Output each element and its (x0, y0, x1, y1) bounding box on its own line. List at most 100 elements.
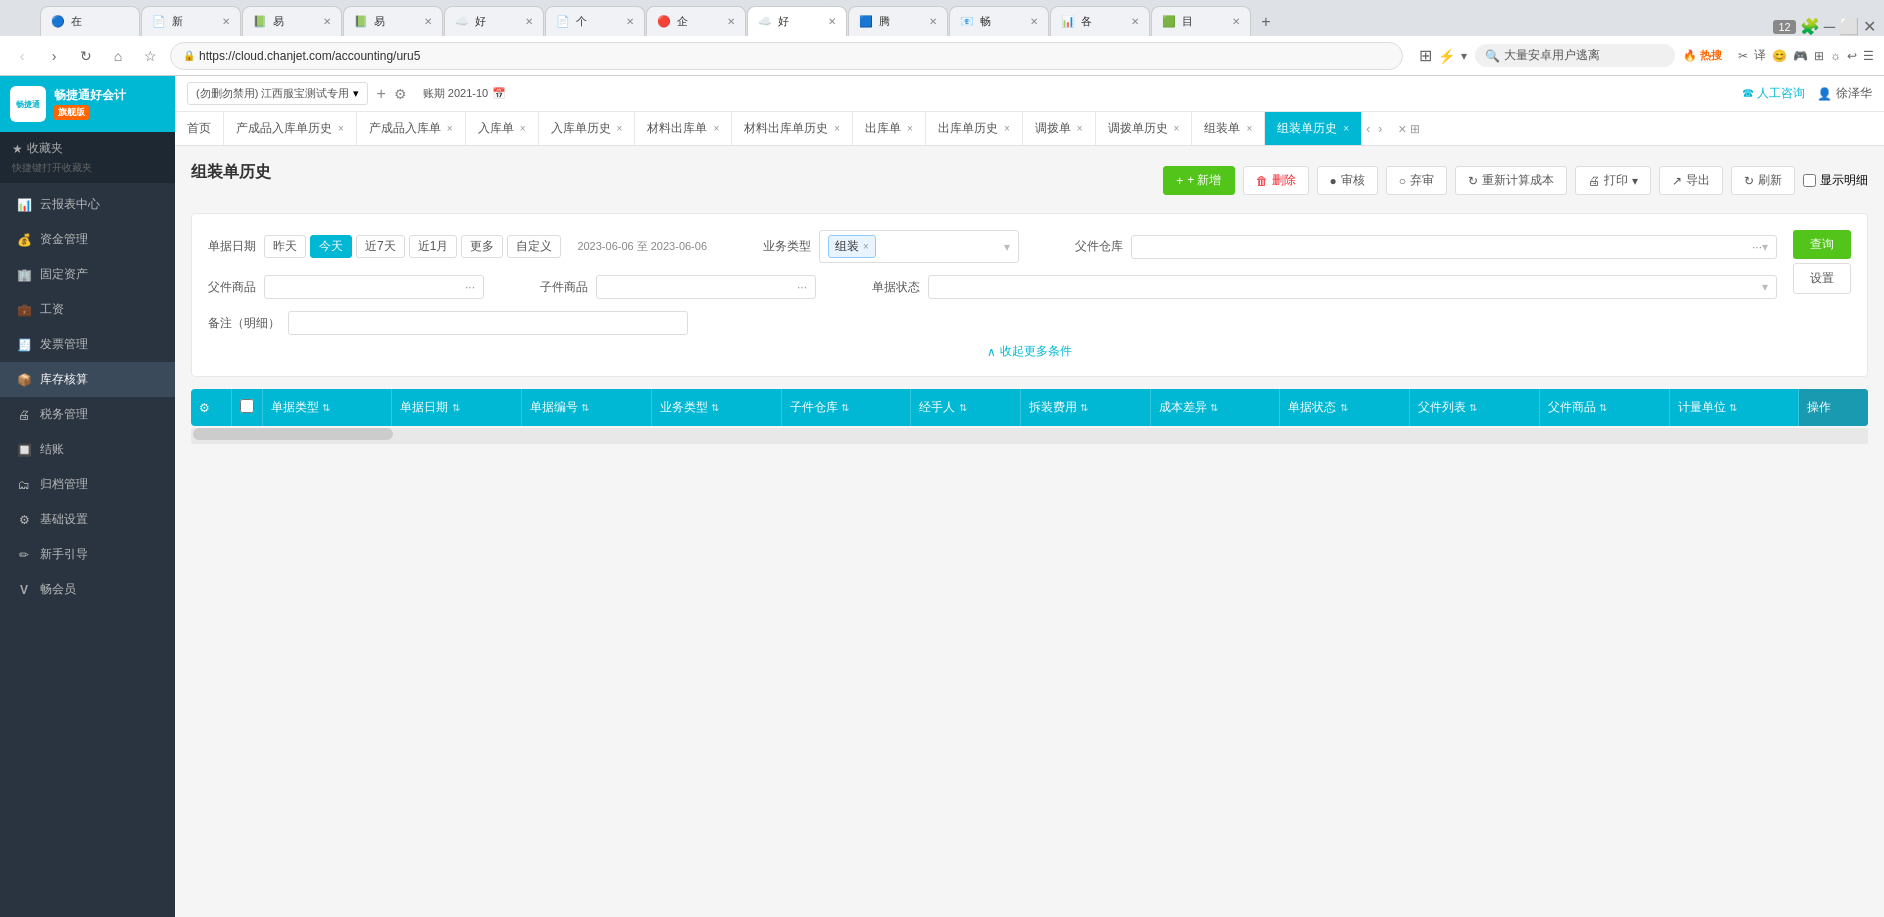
filter-settings-button[interactable]: 设置 (1793, 263, 1851, 294)
tab-close-icon[interactable]: × (907, 123, 913, 134)
date-custom-btn[interactable]: 自定义 (507, 235, 561, 258)
browser-tab-1[interactable]: 📄 新 ✕ (141, 6, 241, 36)
tab-close-icon[interactable]: ✕ (727, 16, 735, 27)
user-avatar-area[interactable]: 👤 徐泽华 (1817, 85, 1872, 102)
period-selector[interactable]: 账期 2021-10 📅 (415, 83, 514, 104)
scissors-icon[interactable]: ✂ (1738, 49, 1748, 63)
delete-button[interactable]: 🗑 删除 (1243, 166, 1309, 195)
audit-button[interactable]: ● 审核 (1317, 166, 1378, 195)
sidebar-item-settings[interactable]: ⚙ 基础设置 (0, 502, 175, 537)
tab-close-all-icon[interactable]: × (1398, 121, 1406, 137)
tab-close-icon[interactable]: × (834, 123, 840, 134)
page-tab-home[interactable]: 首页 (175, 112, 224, 145)
lightning-icon[interactable]: ⚡ (1438, 48, 1455, 64)
th-child-warehouse[interactable]: 子件仓库 ⇅ (781, 389, 911, 426)
date-7days-btn[interactable]: 近7天 (356, 235, 405, 258)
tab-close-icon[interactable]: × (338, 123, 344, 134)
tab-scroll-left[interactable]: ‹ (1362, 122, 1374, 136)
note-input[interactable] (288, 311, 688, 335)
browser-tab-5[interactable]: 📄 个 ✕ (545, 6, 645, 36)
search-box[interactable]: 🔍 大量安卓用户逃离 (1475, 44, 1675, 67)
order-status-dropdown[interactable]: ▾ (928, 275, 1777, 299)
sidebar-item-salary[interactable]: 💼 工资 (0, 292, 175, 327)
sidebar-item-cloud-report[interactable]: 📊 云报表中心 (0, 187, 175, 222)
th-cost-variance[interactable]: 成本差异 ⇅ (1150, 389, 1280, 426)
tab-close-icon[interactable]: × (1246, 123, 1252, 134)
home-button[interactable]: ⌂ (106, 44, 130, 68)
recalculate-button[interactable]: ↻ 重新计算成本 (1455, 166, 1567, 195)
sidebar-item-checkout[interactable]: 🔲 结账 (0, 432, 175, 467)
select-all-checkbox[interactable] (240, 399, 254, 413)
business-type-tag-close[interactable]: × (863, 241, 869, 252)
minimize-icon[interactable]: ─ (1824, 18, 1835, 36)
date-more-btn[interactable]: 更多 (461, 235, 503, 258)
page-tab-transfer-history[interactable]: 调拨单历史 × (1096, 112, 1193, 145)
sidebar-item-fund[interactable]: 💰 资金管理 (0, 222, 175, 257)
browser-tab-11[interactable]: 🟩 目 ✕ (1151, 6, 1251, 36)
tab-close-icon[interactable]: ✕ (525, 16, 533, 27)
page-tab-out-order[interactable]: 出库单 × (853, 112, 926, 145)
tab-close-icon[interactable]: ✕ (1232, 16, 1240, 27)
th-order-no[interactable]: 单据编号 ⇅ (522, 389, 652, 426)
tab-close-icon[interactable]: × (713, 123, 719, 134)
th-settings[interactable]: ⚙ (191, 389, 231, 426)
game-icon[interactable]: 🎮 (1793, 49, 1808, 63)
extensions-icon[interactable]: 🧩 (1800, 17, 1820, 36)
show-detail-checkbox[interactable] (1803, 174, 1816, 187)
browser-tab-4[interactable]: ☁️ 好 ✕ (444, 6, 544, 36)
horizontal-scrollbar[interactable] (191, 428, 1868, 444)
date-yesterday-btn[interactable]: 昨天 (264, 235, 306, 258)
print-button[interactable]: 🖨 打印 ▾ (1575, 166, 1651, 195)
close-window-icon[interactable]: ✕ (1863, 17, 1876, 36)
export-button[interactable]: ↗ 导出 (1659, 166, 1723, 195)
tab-close-icon[interactable]: ✕ (1030, 16, 1038, 27)
tab-close-icon[interactable]: ✕ (323, 16, 331, 27)
page-tab-produce-in-history[interactable]: 产成品入库单历史 × (224, 112, 357, 145)
sidebar-item-archive[interactable]: 🗂 归档管理 (0, 467, 175, 502)
emoji-icon[interactable]: 😊 (1772, 49, 1787, 63)
tab-close-icon[interactable]: × (1343, 123, 1349, 134)
menu-icon[interactable]: ☰ (1863, 49, 1874, 63)
browser-tab-6[interactable]: 🔴 企 ✕ (646, 6, 746, 36)
tab-close-icon[interactable]: × (520, 123, 526, 134)
parent-warehouse-dropdown[interactable]: ··· ▾ (1131, 235, 1777, 259)
tab-scroll-right[interactable]: › (1374, 122, 1386, 136)
th-business-type[interactable]: 业务类型 ⇅ (651, 389, 781, 426)
reload-button[interactable]: ↻ (74, 44, 98, 68)
th-disassembly-fee[interactable]: 拆装费用 ⇅ (1020, 389, 1150, 426)
sidebar-item-inventory[interactable]: 📦 库存核算 (0, 362, 175, 397)
browser-tab-8[interactable]: 🟦 腾 ✕ (848, 6, 948, 36)
browser-tab-7[interactable]: ☁️ 好 ✕ (747, 6, 847, 36)
page-tab-assembly-history[interactable]: 组装单历史 × (1265, 112, 1362, 145)
browser-tab-3[interactable]: 📗 易 ✕ (343, 6, 443, 36)
page-tab-out-order-history[interactable]: 出库单历史 × (926, 112, 1023, 145)
tab-close-icon[interactable]: ✕ (828, 16, 836, 27)
tab-grid-icon[interactable]: ⊞ (1410, 122, 1420, 136)
th-order-date[interactable]: 单据日期 ⇅ (392, 389, 522, 426)
business-type-dropdown[interactable]: 组装 × ▾ (819, 230, 1019, 263)
tab-close-icon[interactable]: × (617, 123, 623, 134)
date-1month-btn[interactable]: 近1月 (409, 235, 458, 258)
parent-goods-more-btn[interactable]: ··· (465, 280, 475, 294)
print-dropdown-icon[interactable]: ▾ (1632, 174, 1638, 188)
show-detail-toggle[interactable]: 显示明细 (1803, 172, 1868, 189)
tab-close-icon[interactable]: ✕ (424, 16, 432, 27)
consultant-link[interactable]: ☎ 人工咨询 (1742, 85, 1805, 102)
forward-button[interactable]: › (42, 44, 66, 68)
sidebar-item-fixed-assets[interactable]: 🏢 固定资产 (0, 257, 175, 292)
abandon-button[interactable]: ○ 弃审 (1386, 166, 1447, 195)
maximize-icon[interactable]: ⬜ (1839, 17, 1859, 36)
th-parent-list[interactable]: 父件列表 ⇅ (1410, 389, 1540, 426)
th-order-status[interactable]: 单据状态 ⇅ (1280, 389, 1410, 426)
tab-close-icon[interactable]: × (1174, 123, 1180, 134)
grid-icon[interactable]: ⊞ (1814, 49, 1824, 63)
query-button[interactable]: 查询 (1793, 230, 1851, 259)
tab-close-icon[interactable]: ✕ (929, 16, 937, 27)
tab-close-icon[interactable]: ✕ (1131, 16, 1139, 27)
qr-code-icon[interactable]: ⊞ (1419, 46, 1432, 65)
browser-tab-2[interactable]: 📗 易 ✕ (242, 6, 342, 36)
business-type-dropdown-more[interactable]: ▾ (1004, 240, 1010, 254)
child-goods-more-btn[interactable]: ··· (797, 280, 807, 294)
page-tab-in-order-history[interactable]: 入库单历史 × (539, 112, 636, 145)
address-input[interactable]: 🔒 https://cloud.chanjet.com/accounting/u… (170, 42, 1403, 70)
